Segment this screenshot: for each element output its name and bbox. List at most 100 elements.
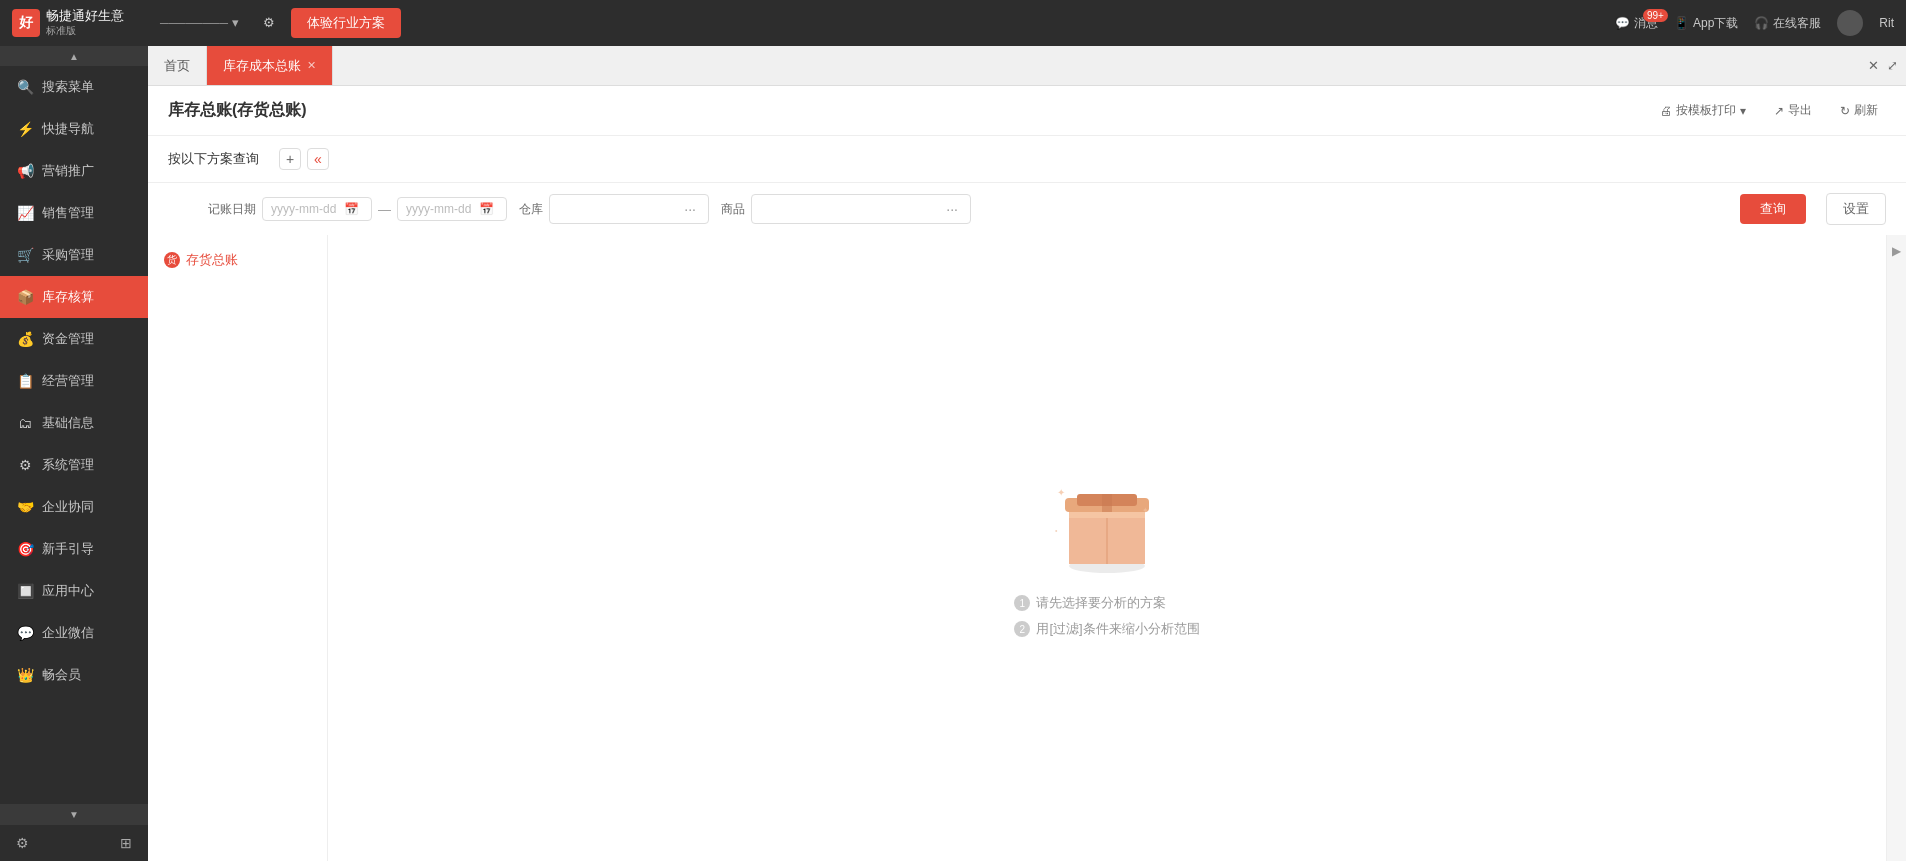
flash-icon: ⚡ [16, 120, 34, 138]
cart-icon: 🛒 [16, 246, 34, 264]
printer-icon: 🖨 [1660, 104, 1672, 118]
print-btn[interactable]: 🖨 按模板打印 ▾ [1652, 98, 1754, 123]
goods-filter-field: 商品 ··· [721, 194, 971, 224]
svg-text:✦: ✦ [1057, 487, 1065, 498]
sidebar-item-label: 快捷导航 [42, 120, 94, 138]
scheme-item-stock-total[interactable]: 货 存货总账 [148, 243, 327, 277]
clipboard-icon: 📋 [16, 372, 34, 390]
svg-text:✦: ✦ [1142, 506, 1149, 515]
message-icon: 💬 [1615, 16, 1630, 30]
refresh-btn[interactable]: ↻ 刷新 [1832, 98, 1886, 123]
sidebar-settings-btn[interactable]: ⚙ [16, 835, 29, 851]
sidebar-item-search[interactable]: 🔍 搜索菜单 [0, 66, 148, 108]
sidebar: ▲ 🔍 搜索菜单 ⚡ 快捷导航 📢 营销推广 📈 销售管理 🛒 采购管理 [0, 46, 148, 861]
sidebar-item-system[interactable]: ⚙ 系统管理 [0, 444, 148, 486]
export-label: 导出 [1788, 102, 1812, 119]
sidebar-item-cooperation[interactable]: 🤝 企业协同 [0, 486, 148, 528]
goods-label: 商品 [721, 201, 745, 218]
sidebar-item-vip[interactable]: 👑 畅会员 [0, 654, 148, 696]
svg-text:•: • [1055, 527, 1058, 534]
sidebar-item-guide[interactable]: 🎯 新手引导 [0, 528, 148, 570]
page-close-right[interactable]: ✕ ⤢ [1860, 58, 1906, 73]
sidebar-item-label: 搜索菜单 [42, 78, 94, 96]
logo-main-text: 畅捷通好生意 [46, 8, 124, 25]
chart-icon: 📈 [16, 204, 34, 222]
close-icon: ✕ [1868, 58, 1879, 73]
top-header: 好 畅捷通好生意 标准版 ──────── ▾ ⚙ 体验行业方案 💬 消息 99… [0, 0, 1906, 46]
sidebar-item-label: 采购管理 [42, 246, 94, 264]
sidebar-item-marketing[interactable]: 📢 营销推广 [0, 150, 148, 192]
empty-state: ✦ ✦ • 1 请先选择要分析的方案 [1014, 458, 1199, 638]
industry-btn[interactable]: 体验行业方案 [291, 8, 401, 38]
logo-area: 好 畅捷通好生意 标准版 [12, 8, 124, 39]
phone-icon: 📱 [1674, 16, 1689, 30]
calendar-icon: 📅 [344, 202, 359, 216]
chevron-down-icon: ▾ [232, 15, 239, 30]
sidebar-item-apps[interactable]: 🔲 应用中心 [0, 570, 148, 612]
nav-selector[interactable]: ──────── ▾ [152, 11, 247, 34]
tab-home-label: 首页 [164, 57, 190, 75]
warehouse-select[interactable]: ··· [549, 194, 709, 224]
date-separator: — [378, 202, 391, 217]
content-area: 首页 库存成本总账 ✕ ✕ ⤢ 库存总账(存货总账) 🖨 按模板打印 ▾ [148, 46, 1906, 861]
message-badge: 99+ [1643, 9, 1668, 22]
sidebar-expand-btn[interactable]: ⊞ [120, 835, 132, 851]
empty-step2: 2 用[过滤]条件来缩小分析范围 [1014, 620, 1199, 638]
nav-selector-text: ──────── [160, 16, 228, 30]
filter-label: 按以下方案查询 [168, 150, 259, 168]
sidebar-item-sales[interactable]: 📈 销售管理 [0, 192, 148, 234]
setting-btn[interactable]: 设置 [1826, 193, 1886, 225]
gear-icon: ⚙ [16, 456, 34, 474]
tab-home[interactable]: 首页 [148, 46, 207, 85]
sidebar-items: 🔍 搜索菜单 ⚡ 快捷导航 📢 营销推广 📈 销售管理 🛒 采购管理 📦 [0, 66, 148, 804]
wechat-icon: 💬 [16, 624, 34, 642]
ellipsis-goods-icon[interactable]: ··· [942, 199, 962, 219]
date-end-placeholder: yyyy-mm-dd [406, 202, 471, 216]
sidebar-item-label: 新手引导 [42, 540, 94, 558]
right-panel-collapse-btn[interactable]: ▶ [1889, 243, 1905, 259]
online-support-label: 在线客服 [1773, 15, 1821, 32]
page-actions: 🖨 按模板打印 ▾ ↗ 导出 ↻ 刷新 [1652, 98, 1886, 123]
sidebar-item-quick-nav[interactable]: ⚡ 快捷导航 [0, 108, 148, 150]
refresh-label: 刷新 [1854, 102, 1878, 119]
headset-icon: 🎧 [1754, 16, 1769, 30]
date-end-input[interactable]: yyyy-mm-dd 📅 [397, 197, 507, 221]
target-icon: 🎯 [16, 540, 34, 558]
date-start-input[interactable]: yyyy-mm-dd 📅 [262, 197, 372, 221]
sidebar-item-label: 基础信息 [42, 414, 94, 432]
ellipsis-icon[interactable]: ··· [680, 199, 700, 219]
tab-close-icon[interactable]: ✕ [307, 59, 316, 72]
search-icon: 🔍 [16, 78, 34, 96]
calendar-icon-end: 📅 [479, 202, 494, 216]
online-support-btn[interactable]: 🎧 在线客服 [1754, 15, 1821, 32]
header-nav-area: ──────── ▾ ⚙ 体验行业方案 [132, 8, 421, 38]
sidebar-scroll-up[interactable]: ▲ [0, 46, 148, 66]
sidebar-item-label: 营销推广 [42, 162, 94, 180]
crown-icon: 👑 [16, 666, 34, 684]
user-avatar[interactable] [1837, 10, 1863, 36]
page-header: 库存总账(存货总账) 🖨 按模板打印 ▾ ↗ 导出 ↻ 刷新 [148, 86, 1906, 136]
tab-inventory-ledger[interactable]: 库存成本总账 ✕ [207, 46, 333, 85]
sidebar-scroll-down[interactable]: ▼ [0, 804, 148, 824]
sidebar-item-inventory[interactable]: 📦 库存核算 [0, 276, 148, 318]
message-btn[interactable]: 💬 消息 99+ [1615, 15, 1658, 32]
scheme-icon: 货 [164, 252, 180, 268]
sidebar-item-wechat[interactable]: 💬 企业微信 [0, 612, 148, 654]
folder-icon: 🗂 [16, 414, 34, 432]
sidebar-item-label: 企业协同 [42, 498, 94, 516]
sidebar-item-basic[interactable]: 🗂 基础信息 [0, 402, 148, 444]
filter-actions: + « [279, 148, 329, 170]
settings-icon[interactable]: ⚙ [255, 9, 283, 37]
export-btn[interactable]: ↗ 导出 [1766, 98, 1820, 123]
goods-select[interactable]: ··· [751, 194, 971, 224]
sidebar-item-finance[interactable]: 💰 资金管理 [0, 318, 148, 360]
sidebar-item-operation[interactable]: 📋 经营管理 [0, 360, 148, 402]
sidebar-item-purchase[interactable]: 🛒 采购管理 [0, 234, 148, 276]
app-download-btn[interactable]: 📱 App下载 [1674, 15, 1738, 32]
query-btn[interactable]: 查询 [1740, 194, 1806, 224]
sidebar-item-label: 畅会员 [42, 666, 81, 684]
filter-collapse-btn[interactable]: « [307, 148, 329, 170]
step1-circle: 1 [1014, 595, 1030, 611]
filter-add-btn[interactable]: + [279, 148, 301, 170]
date-start-placeholder: yyyy-mm-dd [271, 202, 336, 216]
